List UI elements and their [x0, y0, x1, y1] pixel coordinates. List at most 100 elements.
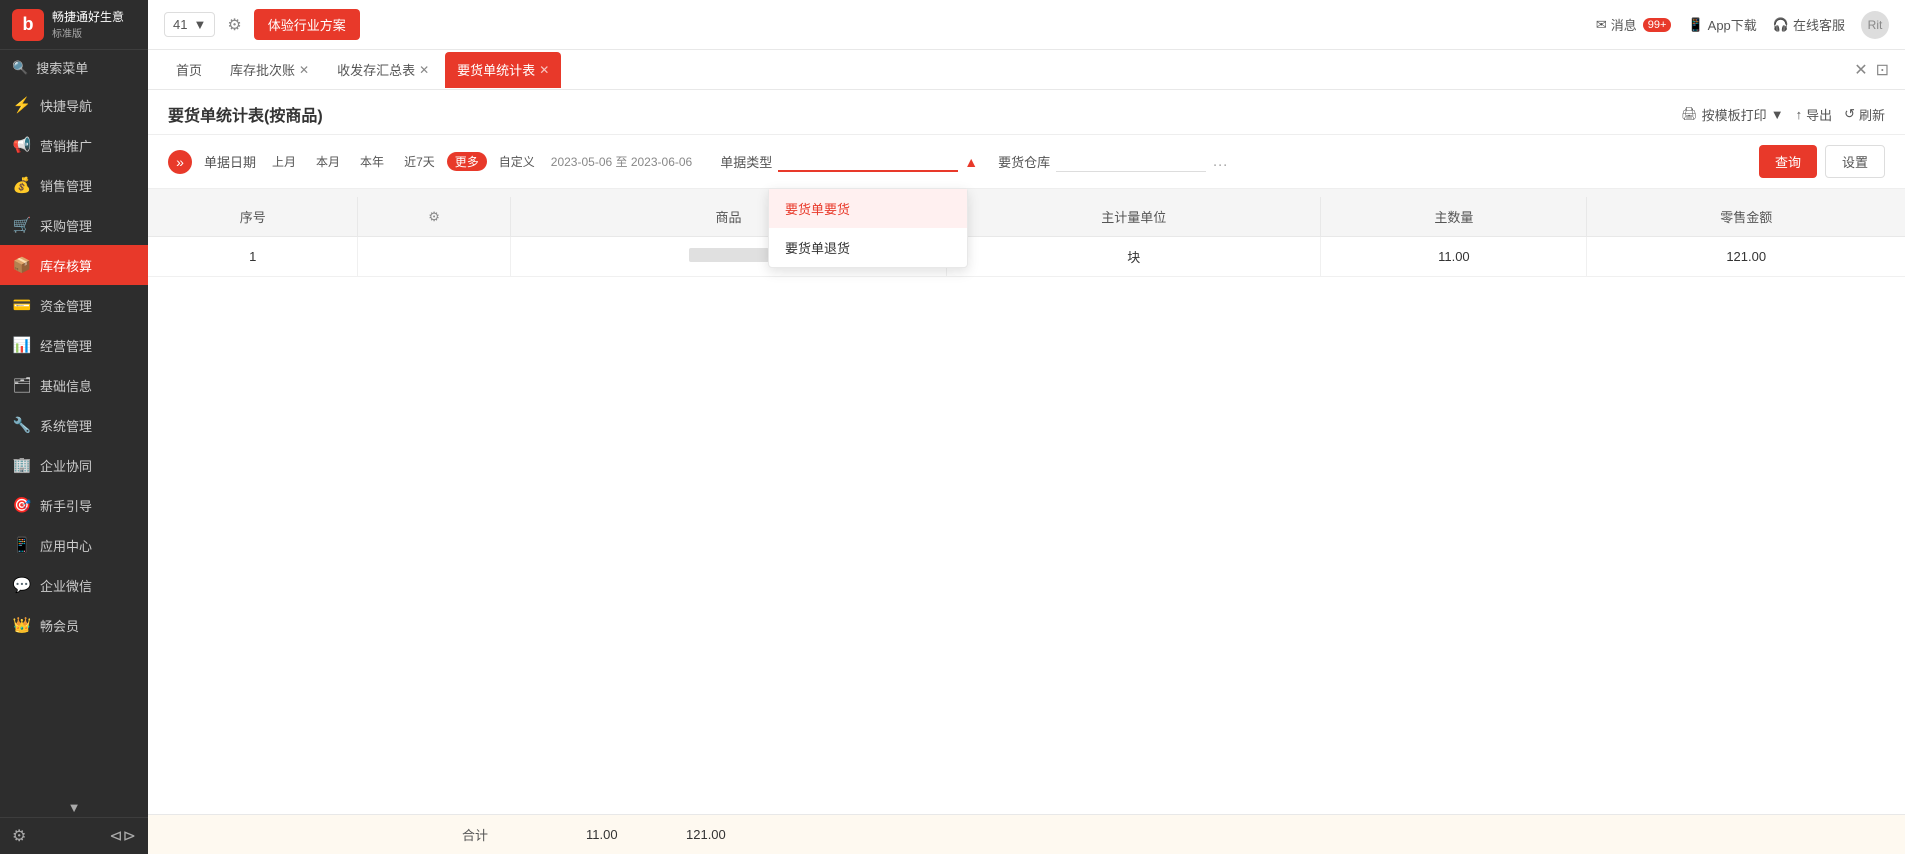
sidebar-item-sales[interactable]: 💰 销售管理 — [0, 165, 148, 205]
app-name: 畅捷通好生意 — [52, 9, 124, 26]
purchase-icon: 🛒 — [12, 215, 32, 235]
tab-order-summary-close[interactable]: ✕ — [539, 63, 549, 77]
sidebar-item-quick-nav[interactable]: ⚡ 快捷导航 — [0, 85, 148, 125]
filter-expand-btn[interactable]: » — [168, 150, 192, 174]
logo-icon: b — [12, 9, 44, 41]
warehouse-more-icon[interactable]: … — [1212, 153, 1228, 171]
sidebar-bottom: ⚙ ⊲⊳ — [0, 817, 148, 854]
user-avatar-btn[interactable]: Rit — [1861, 11, 1889, 39]
sidebar-item-finance[interactable]: 💳 资金管理 — [0, 285, 148, 325]
sidebar-item-marketing[interactable]: 📢 营销推广 — [0, 125, 148, 165]
app-download-label: App下载 — [1708, 15, 1757, 34]
collapse-sidebar-btn[interactable]: ⊲⊳ — [109, 826, 136, 846]
type-filter-input[interactable] — [778, 151, 958, 172]
last-month-btn[interactable]: 上月 — [264, 151, 304, 172]
sidebar-item-basics[interactable]: 🗂 基础信息 — [0, 365, 148, 405]
print-dropdown-icon: ▼ — [1771, 107, 1784, 122]
messages-btn[interactable]: ✉ 消息 99+ — [1596, 15, 1672, 34]
this-month-btn[interactable]: 本月 — [308, 151, 348, 172]
dropdown-item-order-return[interactable]: 要货单退货 — [769, 228, 967, 267]
appstore-label: 应用中心 — [40, 536, 92, 555]
table-row: 1 块 11.00 121.00 — [148, 237, 1905, 277]
operations-label: 经营管理 — [40, 336, 92, 355]
tab-batch-account-label: 库存批次账 — [230, 60, 295, 79]
marketing-label: 营销推广 — [40, 136, 92, 155]
tab-receivable-summary-close[interactable]: ✕ — [419, 63, 429, 77]
warehouse-filter-input[interactable] — [1056, 152, 1206, 172]
close-all-tabs-btn[interactable]: ✕ — [1854, 60, 1867, 80]
more-dates-btn[interactable]: 更多 — [447, 152, 487, 171]
this-year-btn[interactable]: 本年 — [352, 151, 392, 172]
footer-label: 合计 — [454, 825, 574, 844]
table-footer: 合计 11.00 121.00 — [148, 814, 1905, 854]
inventory-label: 库存核算 — [40, 256, 92, 275]
sidebar-scroll-down[interactable]: ▼ — [0, 797, 148, 817]
query-btn[interactable]: 查询 — [1759, 145, 1817, 178]
sidebar-item-purchase[interactable]: 🛒 采购管理 — [0, 205, 148, 245]
cell-quantity: 11.00 — [1321, 237, 1587, 277]
store-selector[interactable]: 41 ▼ — [164, 12, 215, 37]
filter-settings-btn[interactable]: 设置 — [1825, 145, 1885, 178]
sidebar-item-enterprise[interactable]: 🏢 企业协同 — [0, 445, 148, 485]
industry-plan-btn[interactable]: 体验行业方案 — [254, 9, 360, 40]
print-btn[interactable]: 🖨 按模板打印 ▼ — [1681, 105, 1783, 124]
col-amount: 零售金额 — [1587, 197, 1905, 237]
type-dropdown-chevron-up-icon[interactable]: ▲ — [964, 154, 978, 170]
refresh-btn[interactable]: ↺ 刷新 — [1844, 105, 1885, 124]
operations-icon: 📊 — [12, 335, 32, 355]
user-avatar: Rit — [1861, 11, 1889, 39]
finance-label: 资金管理 — [40, 296, 92, 315]
dropdown-item-order-return-label: 要货单退货 — [785, 241, 850, 256]
page-title: 要货单统计表(按商品) — [168, 102, 323, 126]
dropdown-item-order-goods-label: 要货单要货 — [785, 202, 850, 217]
app-download-btn[interactable]: 📱 App下载 — [1687, 15, 1756, 34]
app-sub: 标准版 — [52, 25, 124, 40]
avatar-text: Rit — [1868, 18, 1883, 32]
type-filter-section: 单据类型 ▲ — [720, 151, 978, 172]
sidebar-item-inventory[interactable]: 📦 库存核算 — [0, 245, 148, 285]
cell-amount: 121.00 — [1587, 237, 1905, 277]
tab-order-summary[interactable]: 要货单统计表 ✕ — [445, 52, 561, 88]
messages-badge: 99+ — [1643, 18, 1672, 32]
basics-label: 基础信息 — [40, 376, 92, 395]
wechat-label: 企业微信 — [40, 576, 92, 595]
expand-tab-btn[interactable]: ⊡ — [1876, 60, 1889, 80]
data-table: 序号 ⚙ 商品 主计量单位 主数量 零售金额 1 — [148, 197, 1905, 277]
settings-bottom-btn[interactable]: ⚙ — [12, 826, 26, 846]
sidebar-item-wechat[interactable]: 💬 企业微信 — [0, 565, 148, 605]
chevron-down-icon: ▼ — [193, 17, 206, 32]
tab-batch-account-close[interactable]: ✕ — [299, 63, 309, 77]
sidebar-item-appstore[interactable]: 📱 应用中心 — [0, 525, 148, 565]
last-7days-btn[interactable]: 近7天 — [396, 151, 443, 172]
tab-home[interactable]: 首页 — [164, 52, 214, 88]
tab-receivable-summary[interactable]: 收发存汇总表 ✕ — [325, 52, 441, 88]
tab-batch-account[interactable]: 库存批次账 ✕ — [218, 52, 321, 88]
member-label: 畅会员 — [40, 616, 79, 635]
warehouse-filter-section: 要货仓库 … — [998, 152, 1228, 172]
date-options: 上月 本月 本年 近7天 更多 自定义 — [264, 151, 543, 172]
col-seq: 序号 — [148, 197, 358, 237]
custom-date-btn[interactable]: 自定义 — [491, 151, 543, 172]
filter-bar: » 单据日期 上月 本月 本年 近7天 更多 自定义 2023-05-06 至 … — [148, 135, 1905, 189]
export-btn[interactable]: ↑ 导出 — [1796, 105, 1833, 124]
logo-text-block: 畅捷通好生意 标准版 — [52, 9, 124, 41]
sidebar-item-operations[interactable]: 📊 经营管理 — [0, 325, 148, 365]
sidebar-item-guide[interactable]: 🎯 新手引导 — [0, 485, 148, 525]
topbar-left: 41 ▼ ⚙ 体验行业方案 — [164, 9, 360, 40]
topbar-gear-btn[interactable]: ⚙ — [227, 15, 241, 35]
sidebar-item-member[interactable]: 👑 畅会员 — [0, 605, 148, 645]
dropdown-item-order-goods[interactable]: 要货单要货 — [769, 189, 967, 228]
sidebar-item-system[interactable]: 🔧 系统管理 — [0, 405, 148, 445]
marketing-icon: 📢 — [12, 135, 32, 155]
export-label: 导出 — [1806, 105, 1832, 124]
refresh-icon: ↺ — [1844, 106, 1855, 122]
online-service-btn[interactable]: 🎧 在线客服 — [1773, 15, 1845, 34]
message-icon: ✉ — [1596, 17, 1607, 33]
col-quantity: 主数量 — [1321, 197, 1587, 237]
export-icon: ↑ — [1796, 107, 1803, 122]
search-menu[interactable]: 🔍 搜索菜单 — [0, 50, 148, 85]
sales-label: 销售管理 — [40, 176, 92, 195]
col-settings[interactable]: ⚙ — [358, 197, 510, 237]
store-name: 41 — [173, 17, 187, 32]
date-range-display: 2023-05-06 至 2023-06-06 — [551, 153, 692, 170]
